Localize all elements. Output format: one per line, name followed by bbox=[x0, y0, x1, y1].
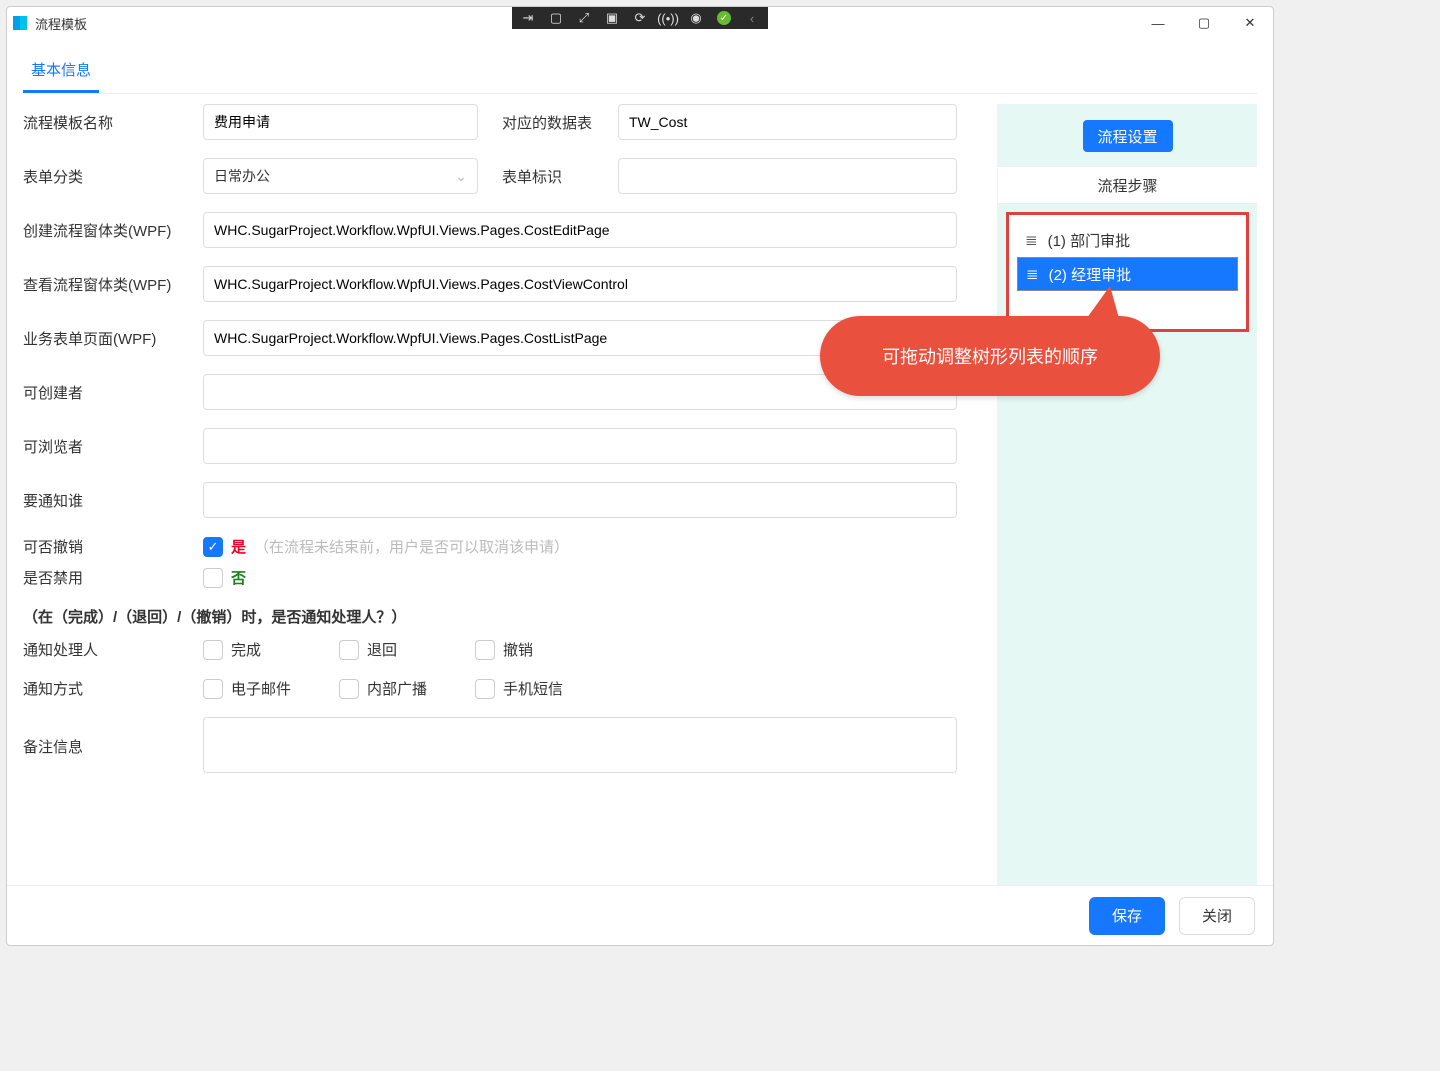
notify-section-head: （在（完成）/（退回）/（撤销）时，是否通知处理人？） bbox=[23, 606, 957, 627]
method-broadcast-label: 内部广播 bbox=[367, 678, 427, 699]
method-email-checkbox[interactable] bbox=[203, 679, 223, 699]
tool-wifi-icon[interactable]: ((•)) bbox=[654, 8, 682, 28]
disabled-checkbox[interactable] bbox=[203, 568, 223, 588]
tree-step-1[interactable]: ≣ (1) 部门审批 bbox=[1017, 223, 1238, 257]
opt-return-label: 退回 bbox=[367, 639, 397, 660]
notify-handler-label: 通知处理人 bbox=[23, 639, 203, 660]
tab-bar: 基本信息 bbox=[23, 47, 1257, 94]
tree-step-2[interactable]: ≣ (2) 经理审批 bbox=[1017, 257, 1238, 291]
remark-label: 备注信息 bbox=[23, 736, 203, 757]
flow-settings-button[interactable]: 流程设置 bbox=[1083, 120, 1173, 152]
cancelable-label: 可否撤销 bbox=[23, 536, 203, 557]
opt-cancel-checkbox[interactable] bbox=[475, 640, 495, 660]
tree-step-1-label: (1) 部门审批 bbox=[1048, 230, 1131, 251]
notify-who-input[interactable] bbox=[203, 482, 957, 518]
biz-page-label: 业务表单页面(WPF) bbox=[23, 328, 203, 349]
form-id-input[interactable] bbox=[618, 158, 957, 194]
method-sms-checkbox[interactable] bbox=[475, 679, 495, 699]
create-class-label: 创建流程窗体类(WPF) bbox=[23, 220, 203, 241]
minimize-button[interactable]: — bbox=[1135, 7, 1181, 39]
data-table-label: 对应的数据表 bbox=[502, 112, 618, 133]
footer-bar: 保存 关闭 bbox=[7, 885, 1273, 945]
tree-step-2-label: (2) 经理审批 bbox=[1049, 264, 1132, 285]
data-table-input[interactable] bbox=[618, 104, 957, 140]
close-dialog-button[interactable]: 关闭 bbox=[1179, 897, 1255, 935]
chevron-down-icon: ⌄ bbox=[455, 168, 467, 185]
tool-restart-icon[interactable]: ⟳ bbox=[626, 8, 654, 28]
annotation-callout: 可拖动调整树形列表的顺序 bbox=[820, 316, 1160, 396]
category-value: 日常办公 bbox=[214, 166, 270, 186]
close-button[interactable]: ✕ bbox=[1227, 7, 1273, 39]
opt-complete-checkbox[interactable] bbox=[203, 640, 223, 660]
method-sms-label: 手机短信 bbox=[503, 678, 563, 699]
tool-person-icon[interactable]: ◉ bbox=[682, 8, 710, 28]
maximize-button[interactable]: ▢ bbox=[1181, 7, 1227, 39]
save-button[interactable]: 保存 bbox=[1089, 897, 1165, 935]
form-id-label: 表单标识 bbox=[502, 166, 618, 187]
create-class-input[interactable] bbox=[203, 212, 957, 248]
title-bar: 流程模板 ⇥ ▢ ⤢ ▣ ⟳ ((•)) ◉ ✓ ‹ — ▢ ✕ bbox=[7, 7, 1273, 39]
tool-step-icon[interactable]: ⇥ bbox=[514, 8, 542, 28]
window-frame: 流程模板 ⇥ ▢ ⤢ ▣ ⟳ ((•)) ◉ ✓ ‹ — ▢ ✕ 基本信息 bbox=[6, 6, 1274, 946]
list-icon: ≣ bbox=[1026, 265, 1039, 283]
tool-check-icon[interactable]: ✓ bbox=[710, 8, 738, 28]
steps-tree-box: ≣ (1) 部门审批 ≣ (2) 经理审批 bbox=[1006, 212, 1249, 332]
tool-chevron-icon[interactable]: ‹ bbox=[738, 8, 766, 28]
tab-basic-info[interactable]: 基本信息 bbox=[23, 47, 99, 93]
disabled-no-label: 否 bbox=[231, 567, 246, 588]
cancelable-yes-label: 是 bbox=[231, 536, 246, 557]
cancelable-checkbox[interactable]: ✓ bbox=[203, 537, 223, 557]
tool-stop-icon[interactable]: ▣ bbox=[598, 8, 626, 28]
tool-pointer-icon[interactable]: ⤢ bbox=[570, 8, 598, 28]
template-name-input[interactable] bbox=[203, 104, 478, 140]
app-icon bbox=[13, 16, 27, 30]
viewer-label: 可浏览者 bbox=[23, 436, 203, 457]
category-label: 表单分类 bbox=[23, 166, 203, 187]
remark-textarea[interactable] bbox=[203, 717, 957, 773]
method-broadcast-checkbox[interactable] bbox=[339, 679, 359, 699]
cancelable-hint: （在流程未结束前，用户是否可以取消该申请） bbox=[254, 536, 569, 557]
opt-return-checkbox[interactable] bbox=[339, 640, 359, 660]
side-panel: 流程设置 流程步骤 ≣ (1) 部门审批 ≣ (2) 经理审批 bbox=[997, 104, 1257, 885]
creator-label: 可创建者 bbox=[23, 382, 203, 403]
window-title: 流程模板 bbox=[35, 14, 87, 33]
annotation-text: 可拖动调整树形列表的顺序 bbox=[882, 343, 1098, 369]
opt-cancel-label: 撤销 bbox=[503, 639, 533, 660]
notify-who-label: 要通知谁 bbox=[23, 490, 203, 511]
category-select[interactable]: 日常办公 ⌄ bbox=[203, 158, 478, 194]
disabled-label: 是否禁用 bbox=[23, 567, 203, 588]
method-email-label: 电子邮件 bbox=[231, 678, 291, 699]
template-name-label: 流程模板名称 bbox=[23, 112, 203, 133]
view-class-label: 查看流程窗体类(WPF) bbox=[23, 274, 203, 295]
form-area: 流程模板名称 对应的数据表 表单分类 日常办公 ⌄ bbox=[23, 104, 997, 885]
tool-camera-icon[interactable]: ▢ bbox=[542, 8, 570, 28]
view-class-input[interactable] bbox=[203, 266, 957, 302]
debug-toolbar[interactable]: ⇥ ▢ ⤢ ▣ ⟳ ((•)) ◉ ✓ ‹ bbox=[512, 7, 768, 29]
flow-steps-tab[interactable]: 流程步骤 bbox=[998, 166, 1257, 204]
opt-complete-label: 完成 bbox=[231, 639, 261, 660]
list-icon: ≣ bbox=[1025, 231, 1038, 249]
notify-method-label: 通知方式 bbox=[23, 678, 203, 699]
viewer-input[interactable] bbox=[203, 428, 957, 464]
